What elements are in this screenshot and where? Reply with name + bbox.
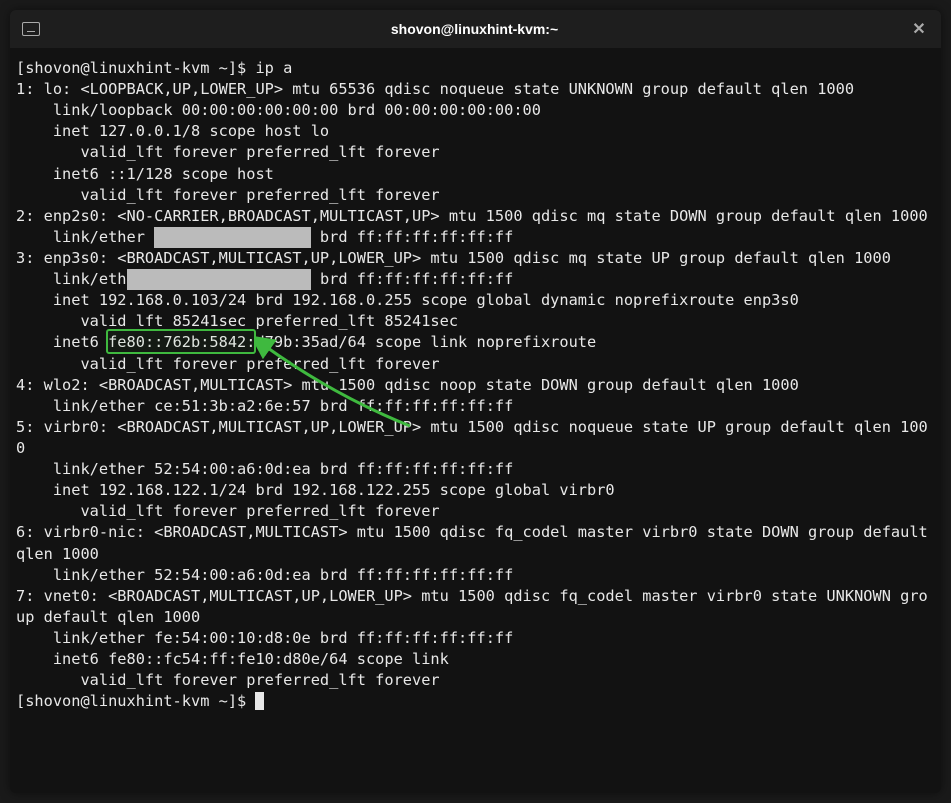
output-line: valid_lft forever preferred_lft forever — [16, 502, 440, 520]
output-line: link/eth — [16, 270, 127, 288]
window-title: shovon@linuxhint-kvm:~ — [391, 21, 558, 37]
terminal-window: shovon@linuxhint-kvm:~ ✕ [shovon@linuxhi… — [10, 10, 941, 793]
redacted-mac — [127, 269, 311, 290]
output-line: valid_lft 85241sec preferred_lft 85241se… — [16, 312, 458, 330]
output-line: brd ff:ff:ff:ff:ff:ff — [311, 228, 514, 246]
output-line: inet6 fe80::762b:5842:d79b:35ad/64 scope… — [16, 333, 596, 351]
output-line: link/ether ce:51:3b:a2:6e:57 brd ff:ff:f… — [16, 397, 513, 415]
terminal-content[interactable]: [shovon@linuxhint-kvm ~]$ ip a 1: lo: <L… — [10, 48, 941, 786]
output-line: link/ether 52:54:00:a6:0d:ea brd ff:ff:f… — [16, 566, 513, 584]
output-line: inet 192.168.122.1/24 brd 192.168.122.25… — [16, 481, 615, 499]
output-line: valid_lft forever preferred_lft forever — [16, 671, 440, 689]
output-line: 5: virbr0: <BROADCAST,MULTICAST,UP,LOWER… — [16, 418, 928, 457]
output-line: 7: vnet0: <BROADCAST,MULTICAST,UP,LOWER_… — [16, 587, 928, 626]
output-line: inet6 ::1/128 scope host — [16, 165, 274, 183]
output-line: inet 192.168.0.103/24 brd 192.168.0.255 … — [16, 291, 799, 309]
output-line: valid_lft forever preferred_lft forever — [16, 186, 440, 204]
output-line: 2: enp2s0: <NO-CARRIER,BROADCAST,MULTICA… — [16, 207, 928, 225]
command: ip a — [255, 59, 292, 77]
output-line: link/loopback 00:00:00:00:00:00 brd 00:0… — [16, 101, 541, 119]
output-line: brd ff:ff:ff:ff:ff:ff — [311, 270, 514, 288]
output-line: inet6 fe80::fc54:ff:fe10:d80e/64 scope l… — [16, 650, 449, 668]
prompt: [shovon@linuxhint-kvm ~]$ — [16, 59, 255, 77]
output-line: 3: enp3s0: <BROADCAST,MULTICAST,UP,LOWER… — [16, 249, 891, 267]
prompt: [shovon@linuxhint-kvm ~]$ — [16, 692, 255, 710]
output-line: valid_lft forever preferred_lft forever — [16, 143, 440, 161]
cursor — [255, 692, 264, 710]
output-line: link/ether 52:54:00:a6:0d:ea brd ff:ff:f… — [16, 460, 513, 478]
output-line: 4: wlo2: <BROADCAST,MULTICAST> mtu 1500 … — [16, 376, 799, 394]
output-line: link/ether fe:54:00:10:d8:0e brd ff:ff:f… — [16, 629, 513, 647]
output-line: link/ether — [16, 228, 154, 246]
output-line: 6: virbr0-nic: <BROADCAST,MULTICAST> mtu… — [16, 523, 937, 562]
redacted-mac — [154, 227, 311, 248]
close-button[interactable]: ✕ — [909, 19, 929, 39]
output-line: valid_lft forever preferred_lft forever — [16, 355, 440, 373]
output-line: 1: lo: <LOOPBACK,UP,LOWER_UP> mtu 65536 … — [16, 80, 854, 98]
titlebar[interactable]: shovon@linuxhint-kvm:~ ✕ — [10, 10, 941, 48]
output-line: inet 127.0.0.1/8 scope host lo — [16, 122, 329, 140]
terminal-icon — [22, 22, 40, 36]
